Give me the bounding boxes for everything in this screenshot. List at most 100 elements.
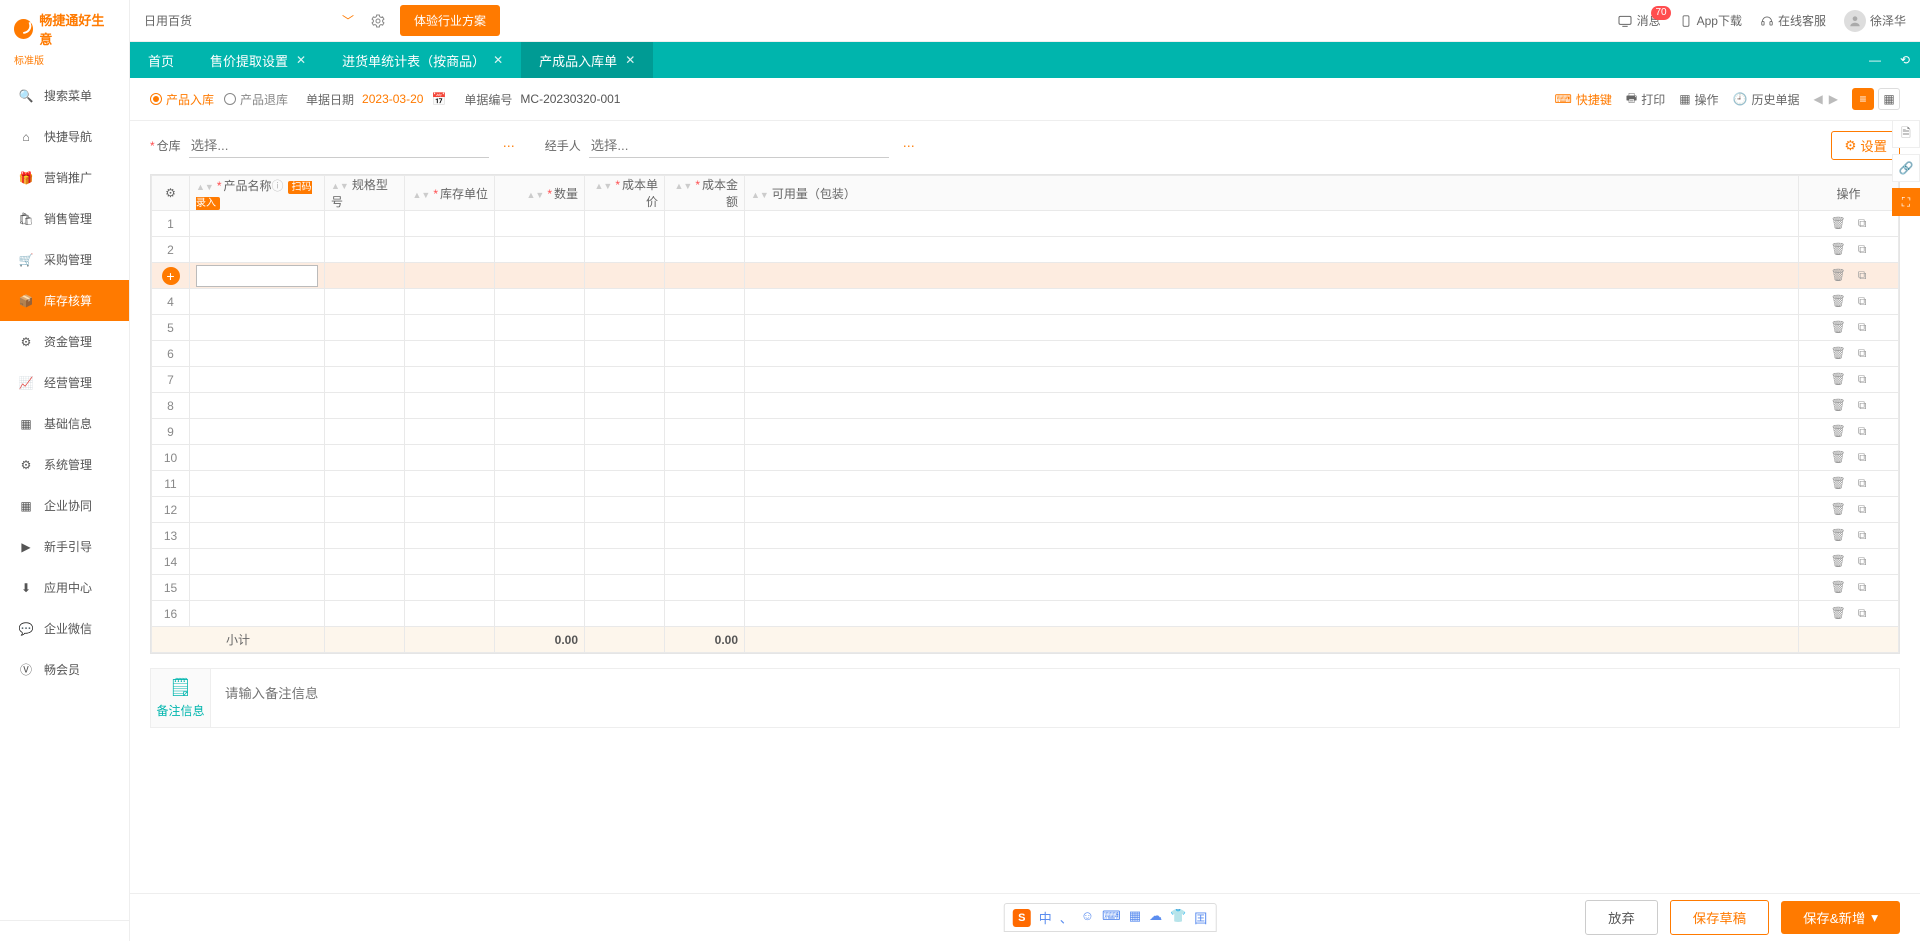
- table-row[interactable]: 1🗑⧉: [152, 211, 1899, 237]
- table-row[interactable]: 15🗑⧉: [152, 575, 1899, 601]
- delete-row-icon[interactable]: 🗑: [1831, 398, 1846, 413]
- copy-row-icon[interactable]: ⧉: [1858, 398, 1867, 413]
- copy-row-icon[interactable]: ⧉: [1858, 580, 1867, 595]
- col-spec[interactable]: ▲▼规格型号: [325, 176, 405, 211]
- sidebar-item-13[interactable]: 💬企业微信: [0, 608, 129, 649]
- sidebar-item-2[interactable]: 🎁营销推广: [0, 157, 129, 198]
- remarks-input[interactable]: [211, 669, 1899, 725]
- table-row[interactable]: 5🗑⧉: [152, 315, 1899, 341]
- table-row[interactable]: +🗑⧉: [152, 263, 1899, 289]
- tab-3[interactable]: 产成品入库单✕: [521, 42, 653, 78]
- delete-row-icon[interactable]: 🗑: [1831, 268, 1846, 283]
- radio-product-in[interactable]: 产品入库: [150, 91, 214, 108]
- copy-row-icon[interactable]: ⧉: [1858, 450, 1867, 465]
- messages-button[interactable]: 消息 70: [1617, 12, 1661, 29]
- user-menu[interactable]: 徐泽华: [1844, 10, 1906, 32]
- discard-button[interactable]: 放弃: [1585, 900, 1658, 935]
- copy-row-icon[interactable]: ⧉: [1858, 528, 1867, 543]
- delete-row-icon[interactable]: 🗑: [1831, 242, 1846, 257]
- ime-item[interactable]: ☁: [1149, 908, 1162, 927]
- copy-row-icon[interactable]: ⧉: [1858, 606, 1867, 621]
- try-industry-button[interactable]: 体验行业方案: [400, 5, 500, 36]
- app-download-button[interactable]: App下载: [1679, 12, 1742, 29]
- sidebar-item-3[interactable]: 🛍销售管理: [0, 198, 129, 239]
- save-draft-button[interactable]: 保存草稿: [1670, 900, 1769, 935]
- table-row[interactable]: 8🗑⧉: [152, 393, 1899, 419]
- sidebar-item-5[interactable]: 📦库存核算: [0, 280, 129, 321]
- sidebar-item-12[interactable]: ⬇应用中心: [0, 567, 129, 608]
- delete-row-icon[interactable]: 🗑: [1831, 216, 1846, 231]
- rail-link-button[interactable]: 🔗: [1892, 154, 1920, 182]
- delete-row-icon[interactable]: 🗑: [1831, 554, 1846, 569]
- operate-button[interactable]: ▦ 操作: [1679, 91, 1718, 108]
- sidebar-item-8[interactable]: ▦基础信息: [0, 403, 129, 444]
- table-row[interactable]: 16🗑⧉: [152, 601, 1899, 627]
- table-row[interactable]: 12🗑⧉: [152, 497, 1899, 523]
- sidebar-item-4[interactable]: 🛒采购管理: [0, 239, 129, 280]
- ime-item[interactable]: ⌨: [1102, 908, 1121, 927]
- sidebar-item-10[interactable]: ▦企业协同: [0, 485, 129, 526]
- gear-icon[interactable]: [370, 13, 386, 29]
- remarks-tab[interactable]: 🗒 备注信息: [151, 669, 211, 727]
- ime-item[interactable]: 、: [1060, 908, 1073, 927]
- col-unit-cost[interactable]: ▲▼*成本单价: [585, 176, 665, 211]
- shortcuts-button[interactable]: ⌨ 快捷键: [1555, 91, 1612, 108]
- col-total-cost[interactable]: ▲▼*成本金额: [665, 176, 745, 211]
- close-icon[interactable]: ✕: [625, 53, 635, 67]
- ime-item[interactable]: ☺: [1081, 908, 1094, 927]
- product-name-input[interactable]: [196, 265, 318, 287]
- copy-row-icon[interactable]: ⧉: [1858, 502, 1867, 517]
- sidebar-item-11[interactable]: ▶新手引导: [0, 526, 129, 567]
- sidebar-item-0[interactable]: 🔍搜索菜单: [0, 75, 129, 116]
- col-unit[interactable]: ▲▼*库存单位: [405, 176, 495, 211]
- prev-record-button[interactable]: ◀: [1814, 92, 1823, 106]
- sidebar-item-6[interactable]: ⚙资金管理: [0, 321, 129, 362]
- next-record-button[interactable]: ▶: [1829, 92, 1838, 106]
- copy-row-icon[interactable]: ⧉: [1858, 216, 1867, 231]
- column-settings-button[interactable]: ⚙ 设置: [1831, 131, 1900, 160]
- copy-row-icon[interactable]: ⧉: [1858, 554, 1867, 569]
- delete-row-icon[interactable]: 🗑: [1831, 606, 1846, 621]
- copy-row-icon[interactable]: ⧉: [1858, 476, 1867, 491]
- col-qty[interactable]: ▲▼*数量: [495, 176, 585, 211]
- ime-item[interactable]: 中: [1039, 908, 1052, 927]
- col-product-name[interactable]: ▲▼*产品名称ⓘ扫码录入: [190, 176, 325, 211]
- tab-1[interactable]: 售价提取设置✕: [192, 42, 324, 78]
- tab-0[interactable]: 首页: [130, 42, 192, 78]
- handler-more-icon[interactable]: ⋯: [903, 139, 915, 153]
- ime-item[interactable]: 囯: [1194, 908, 1207, 927]
- tab-2[interactable]: 进货单统计表（按商品）✕: [324, 42, 521, 78]
- refresh-tabs-button[interactable]: ⟲: [1890, 53, 1920, 67]
- copy-row-icon[interactable]: ⧉: [1858, 346, 1867, 361]
- copy-row-icon[interactable]: ⧉: [1858, 320, 1867, 335]
- table-row[interactable]: 6🗑⧉: [152, 341, 1899, 367]
- add-row-button[interactable]: +: [162, 267, 180, 285]
- delete-row-icon[interactable]: 🗑: [1831, 424, 1846, 439]
- table-row[interactable]: 7🗑⧉: [152, 367, 1899, 393]
- table-row[interactable]: 2🗑⧉: [152, 237, 1899, 263]
- sidebar-item-1[interactable]: ⌂快捷导航: [0, 116, 129, 157]
- col-available[interactable]: ▲▼可用量（包装）: [745, 176, 1799, 211]
- history-button[interactable]: 🕘 历史单据: [1733, 91, 1800, 108]
- ime-item[interactable]: ▦: [1129, 908, 1141, 927]
- sidebar-item-14[interactable]: Ⓥ畅会员: [0, 649, 129, 690]
- delete-row-icon[interactable]: 🗑: [1831, 528, 1846, 543]
- handler-select[interactable]: [589, 134, 889, 158]
- delete-row-icon[interactable]: 🗑: [1831, 320, 1846, 335]
- ime-item[interactable]: 👕: [1170, 908, 1186, 927]
- radio-product-out[interactable]: 产品退库: [224, 91, 288, 108]
- doc-date-value[interactable]: 2023-03-20: [362, 92, 423, 106]
- copy-row-icon[interactable]: ⧉: [1858, 372, 1867, 387]
- delete-row-icon[interactable]: 🗑: [1831, 450, 1846, 465]
- copy-row-icon[interactable]: ⧉: [1858, 294, 1867, 309]
- sidebar-item-9[interactable]: ⚙系统管理: [0, 444, 129, 485]
- rail-help-button[interactable]: 🗎: [1892, 120, 1920, 148]
- sidebar-item-7[interactable]: 📈经营管理: [0, 362, 129, 403]
- col-settings-header[interactable]: ⚙: [152, 176, 190, 211]
- table-row[interactable]: 9🗑⧉: [152, 419, 1899, 445]
- calendar-icon[interactable]: 📅: [431, 92, 446, 106]
- rail-expand-button[interactable]: ⛶: [1892, 188, 1920, 216]
- view-list-button[interactable]: ≡: [1852, 88, 1874, 110]
- print-button[interactable]: 🖶 打印: [1626, 89, 1665, 110]
- warehouse-select[interactable]: [189, 134, 489, 158]
